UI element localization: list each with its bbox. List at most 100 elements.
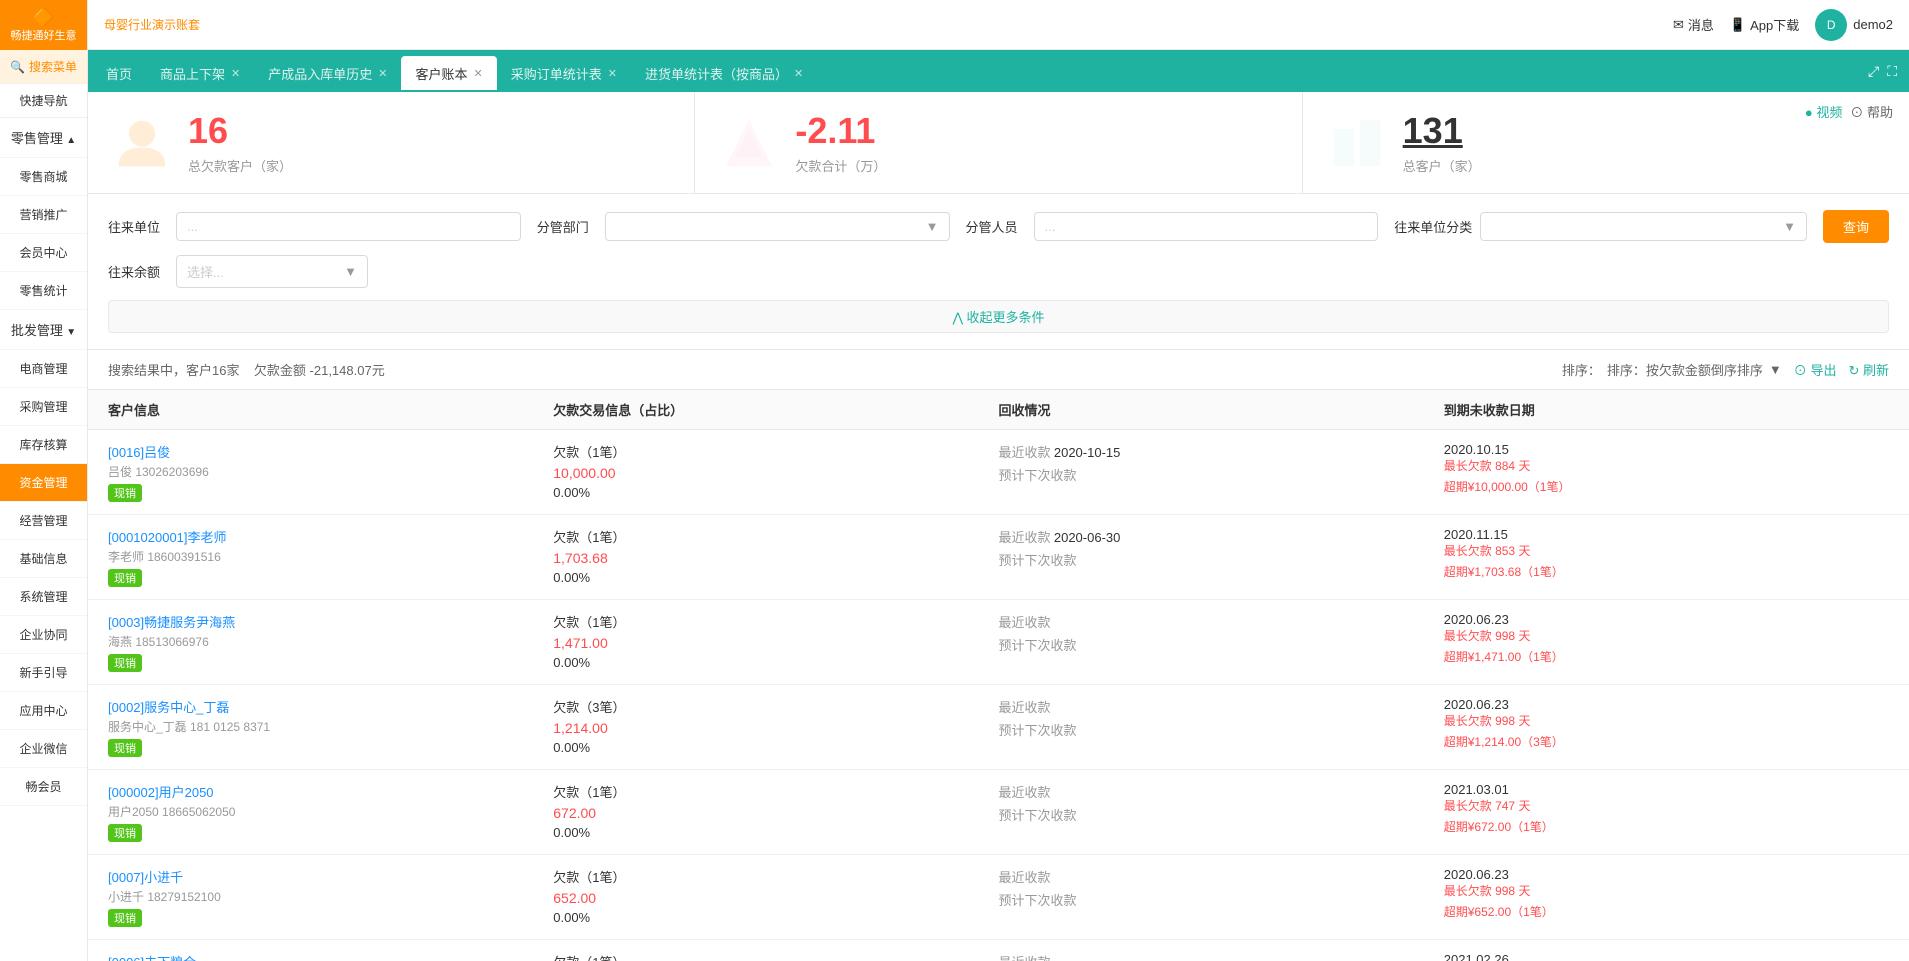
- page-content: 16 总欠款客户（家） -2.11 欠款合计（万） 131: [88, 92, 1909, 961]
- sidebar-item-retail-mgmt[interactable]: 零售管理 ▲: [0, 118, 87, 158]
- stats-row: 16 总欠款客户（家） -2.11 欠款合计（万） 131: [88, 92, 1909, 194]
- dept-arrow: ▼: [926, 219, 939, 234]
- due-cell-4: 2021.03.01 最长欠款 747 天 超期¥672.00（1笔）: [1444, 782, 1889, 835]
- overdue-link-3[interactable]: 超期¥1,214.00（3笔）: [1444, 733, 1889, 750]
- tab-import-stat[interactable]: 进货单统计表（按商品） ✕: [631, 56, 817, 90]
- sidebar-item-inventory[interactable]: 库存核算: [0, 426, 87, 464]
- customer-tag-4: 现销: [108, 824, 142, 842]
- unit-class-select[interactable]: ▼: [1480, 212, 1807, 241]
- overdue-link-5[interactable]: 超期¥652.00（1笔）: [1444, 903, 1889, 920]
- remainder-select[interactable]: 选择... ▼: [176, 255, 368, 288]
- tab-close-customer-account[interactable]: ✕: [474, 67, 483, 80]
- tab-close-product-off[interactable]: ✕: [231, 67, 240, 80]
- dept-select[interactable]: ▼: [605, 212, 950, 241]
- overdue-link-2[interactable]: 超期¥1,471.00（1笔）: [1444, 648, 1889, 665]
- debt-cell-6: 欠款（1笔） 455.90 0.00%: [553, 952, 998, 961]
- remainder-label: 往来余额: [108, 262, 168, 281]
- table-row: [000002]用户2050 用户2050 18665062050 现销 欠款（…: [88, 770, 1909, 855]
- customer-cell-2: [0003]畅捷服务尹海燕 海燕 18513066976 现销: [108, 612, 553, 672]
- export-button[interactable]: ⊙ 导出: [1794, 360, 1837, 379]
- video-link[interactable]: ● 视频: [1805, 102, 1842, 121]
- from-unit-label: 往来单位: [108, 217, 168, 236]
- collect-cell-4: 最近收款 预计下次收款: [999, 782, 1444, 824]
- filter-manager: 分管人员 ...: [966, 212, 1379, 241]
- export-icon: ⊙: [1794, 363, 1807, 378]
- tab-purchase-order[interactable]: 采购订单统计表 ✕: [497, 56, 631, 90]
- app-icon: 📱: [1730, 17, 1746, 33]
- table-row: [0003]畅捷服务尹海燕 海燕 18513066976 现销 欠款（1笔） 1…: [88, 600, 1909, 685]
- stat-amount-label: 欠款合计（万）: [795, 156, 1277, 175]
- from-unit-input[interactable]: ...: [176, 212, 521, 241]
- app-download-button[interactable]: 📱 App下载: [1730, 15, 1799, 34]
- customer-name-6[interactable]: [0006]去下粮仓: [108, 952, 553, 961]
- customer-name-3[interactable]: [0002]服务中心_丁磊: [108, 697, 553, 716]
- stat-total-customers: 131 总客户（家） ● 视频 ⊙ 帮助: [1303, 92, 1909, 193]
- collect-cell-0: 最近收款 2020-10-15 预计下次收款: [999, 442, 1444, 484]
- sidebar-item-marketing[interactable]: 营销推广: [0, 196, 87, 234]
- tab-close-purchase-order[interactable]: ✕: [608, 67, 617, 80]
- collapse-bar[interactable]: ⋀ 收起更多条件: [108, 300, 1889, 333]
- sidebar-item-basic-info[interactable]: 基础信息: [0, 540, 87, 578]
- tab-product-history[interactable]: 产成品入库单历史 ✕: [254, 56, 401, 90]
- overdue-link-1[interactable]: 超期¥1,703.68（1笔）: [1444, 563, 1889, 580]
- due-cell-0: 2020.10.15 最长欠款 884 天 超期¥10,000.00（1笔）: [1444, 442, 1889, 495]
- expand-icon[interactable]: ⤢: [1868, 63, 1879, 80]
- sidebar-item-purchase[interactable]: 采购管理: [0, 388, 87, 426]
- msg-button[interactable]: ✉ 消息: [1673, 15, 1714, 34]
- sidebar-item-retail-mall[interactable]: 零售商城: [0, 158, 87, 196]
- customer-name-1[interactable]: [0001020001]李老师: [108, 527, 553, 546]
- sidebar-item-retail-stat[interactable]: 零售统计: [0, 272, 87, 310]
- customer-name-2[interactable]: [0003]畅捷服务尹海燕: [108, 612, 553, 631]
- sidebar-item-member[interactable]: 会员中心: [0, 234, 87, 272]
- overdue-link-0[interactable]: 超期¥10,000.00（1笔）: [1444, 478, 1889, 495]
- customer-phone-4: 用户2050 18665062050: [108, 803, 553, 820]
- customer-name-5[interactable]: [0007]小进千: [108, 867, 553, 886]
- stat-debt-label: 总欠款客户（家）: [188, 156, 670, 175]
- customer-tag-2: 现销: [108, 654, 142, 672]
- sidebar-item-operation[interactable]: 经营管理: [0, 502, 87, 540]
- manager-input[interactable]: ...: [1034, 212, 1379, 241]
- query-button[interactable]: 查询: [1823, 210, 1889, 243]
- sidebar-item-corp-wechat[interactable]: 企业微信: [0, 730, 87, 768]
- customer-cell-1: [0001020001]李老师 李老师 18600391516 现销: [108, 527, 553, 587]
- tab-close-import-stat[interactable]: ✕: [794, 67, 803, 80]
- help-link[interactable]: ⊙ 帮助: [1850, 102, 1893, 121]
- tab-customer-account[interactable]: 客户账本 ✕: [401, 56, 496, 90]
- sidebar-item-quicknav[interactable]: 快捷导航: [0, 84, 87, 118]
- manager-label: 分管人员: [966, 217, 1026, 236]
- sidebar-search[interactable]: 🔍 搜索菜单: [0, 50, 87, 84]
- customer-cell-5: [0007]小进千 小进千 18279152100 现销: [108, 867, 553, 927]
- sidebar-item-new-guide[interactable]: 新手引导: [0, 654, 87, 692]
- overdue-link-4[interactable]: 超期¥672.00（1笔）: [1444, 818, 1889, 835]
- refresh-button[interactable]: ↻ 刷新: [1848, 360, 1889, 379]
- sidebar-item-app-center[interactable]: 应用中心: [0, 692, 87, 730]
- sidebar-item-system[interactable]: 系统管理: [0, 578, 87, 616]
- customer-tag-3: 现销: [108, 739, 142, 757]
- sort-selector[interactable]: 排序： 排序：按欠款金额倒序排序 ▼: [1562, 360, 1782, 379]
- customer-phone-2: 海燕 18513066976: [108, 633, 553, 650]
- data-table: 客户信息 欠款交易信息（占比） 回收情况 到期未收款日期 [0016]吕俊 吕俊…: [88, 390, 1909, 961]
- table-header: 客户信息 欠款交易信息（占比） 回收情况 到期未收款日期: [88, 390, 1909, 430]
- result-bar: 搜索结果中，客户16家 欠款金额 -21,148.07元 排序： 排序：按欠款金…: [88, 350, 1909, 390]
- table-row: [0016]吕俊 吕俊 13026203696 现销 欠款（1笔） 10,000…: [88, 430, 1909, 515]
- table-row: [0006]去下粮仓 陈小册 现销 欠款（1笔） 455.90 0.00% 最近…: [88, 940, 1909, 961]
- debt-cell-5: 欠款（1笔） 652.00 0.00%: [553, 867, 998, 925]
- filter-remainder: 往来余额 选择... ▼: [108, 255, 368, 288]
- tab-product-off[interactable]: 商品上下架 ✕: [146, 56, 254, 90]
- fullscreen-icon[interactable]: ⛶: [1887, 63, 1897, 80]
- customer-tag-5: 现销: [108, 909, 142, 927]
- sidebar-item-ecommerce[interactable]: 电商管理: [0, 350, 87, 388]
- tab-home[interactable]: 首页: [92, 56, 146, 90]
- filter-area: 往来单位 ... 分管部门 ▼ 分管人员 ...: [88, 194, 1909, 350]
- tab-close-product-history[interactable]: ✕: [378, 67, 387, 80]
- sidebar-item-vip-member[interactable]: 畅会员: [0, 768, 87, 806]
- customer-name-4[interactable]: [000002]用户2050: [108, 782, 553, 801]
- customer-phone-0: 吕俊 13026203696: [108, 463, 553, 480]
- user-avatar[interactable]: D demo2: [1815, 9, 1893, 41]
- sidebar-item-corp-collab[interactable]: 企业协同: [0, 616, 87, 654]
- avatar: D: [1815, 9, 1847, 41]
- sidebar-item-batch-mgmt[interactable]: 批发管理 ▼: [0, 310, 87, 350]
- sidebar-item-finance[interactable]: 资金管理: [0, 464, 87, 502]
- customer-name-0[interactable]: [0016]吕俊: [108, 442, 553, 461]
- collect-cell-1: 最近收款 2020-06-30 预计下次收款: [999, 527, 1444, 569]
